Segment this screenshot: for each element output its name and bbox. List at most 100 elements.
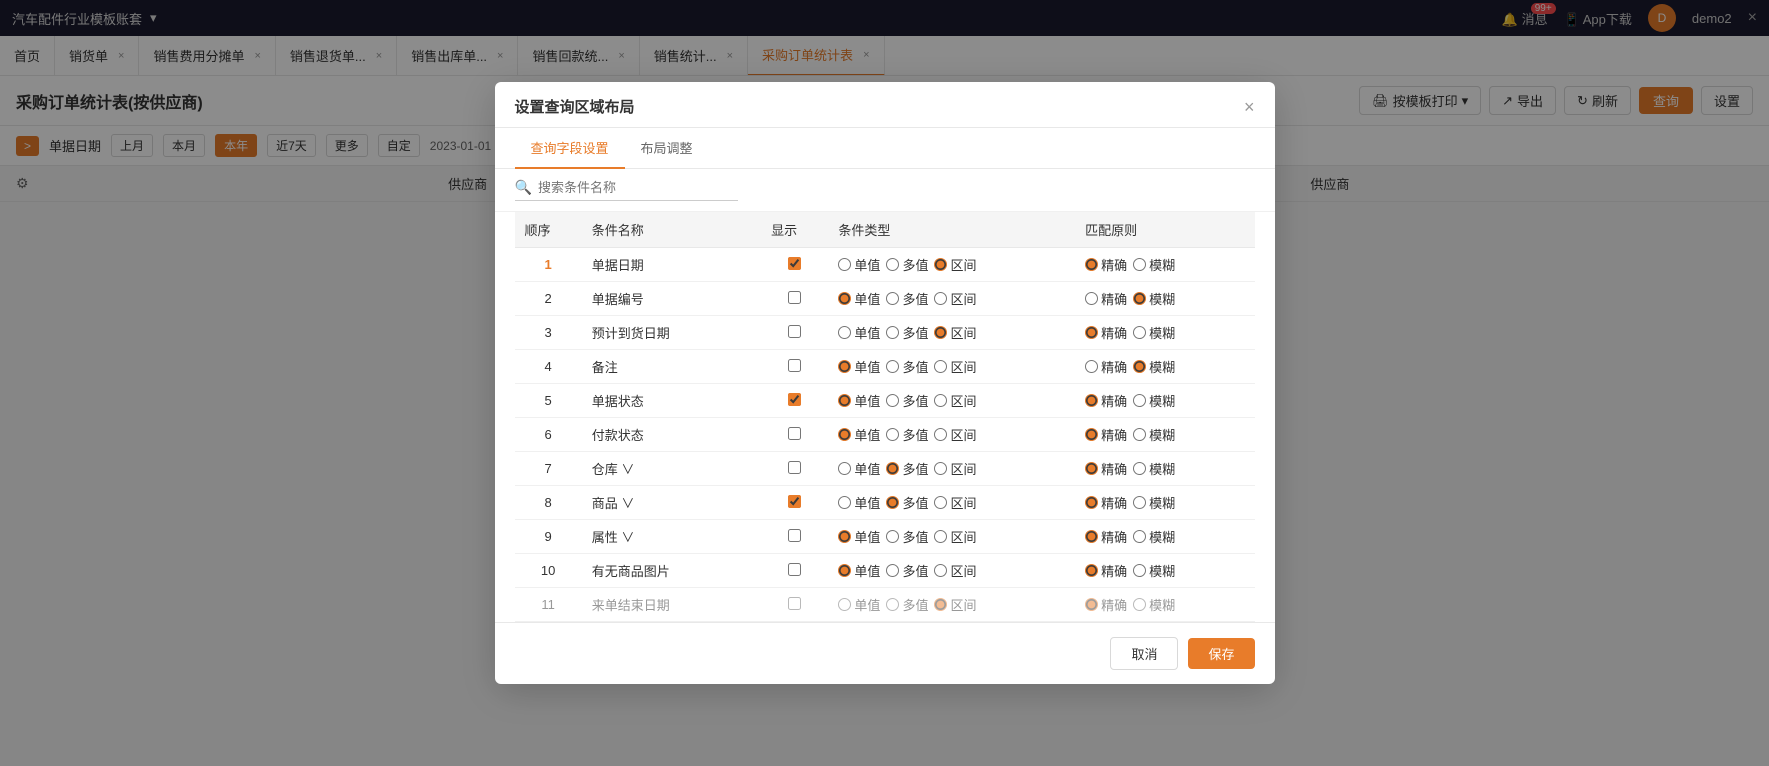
match-radio-item[interactable]: 精确 <box>1085 323 1127 342</box>
match-radio-item[interactable]: 精确 <box>1085 527 1127 546</box>
match-radio-item[interactable]: 模糊 <box>1133 527 1175 546</box>
match-radio-item[interactable]: 精确 <box>1085 425 1127 444</box>
match-radio[interactable] <box>1133 394 1146 407</box>
type-radio-item[interactable]: 多值 <box>886 425 928 444</box>
type-radio[interactable] <box>886 326 899 339</box>
type-radio[interactable] <box>886 394 899 407</box>
type-radio-item[interactable]: 区间 <box>934 459 976 478</box>
match-radio[interactable] <box>1085 326 1098 339</box>
row-display-checkbox[interactable] <box>788 359 801 372</box>
match-radio-item[interactable]: 精确 <box>1085 255 1127 274</box>
row-display-checkbox[interactable] <box>788 393 801 406</box>
type-radio[interactable] <box>838 326 851 339</box>
type-radio-item[interactable]: 多值 <box>886 391 928 410</box>
match-radio-item[interactable]: 模糊 <box>1133 561 1175 580</box>
type-radio[interactable] <box>934 496 947 509</box>
row-display-checkbox[interactable] <box>788 597 801 610</box>
row-display-checkbox[interactable] <box>788 495 801 508</box>
match-radio-item[interactable]: 精确 <box>1085 289 1127 308</box>
type-radio[interactable] <box>838 598 851 611</box>
type-radio-item[interactable]: 多值 <box>886 595 928 614</box>
type-radio-item[interactable]: 区间 <box>934 595 976 614</box>
type-radio[interactable] <box>886 292 899 305</box>
match-radio-item[interactable]: 精确 <box>1085 561 1127 580</box>
type-radio[interactable] <box>838 496 851 509</box>
match-radio-item[interactable]: 模糊 <box>1133 459 1175 478</box>
type-radio-item[interactable]: 多值 <box>886 323 928 342</box>
modal-tab-layout[interactable]: 布局调整 <box>625 128 709 169</box>
row-display-checkbox[interactable] <box>788 291 801 304</box>
match-radio[interactable] <box>1133 360 1146 373</box>
type-radio-item[interactable]: 单值 <box>838 595 880 614</box>
type-radio-item[interactable]: 多值 <box>886 493 928 512</box>
type-radio-item[interactable]: 单值 <box>838 425 880 444</box>
row-display-checkbox[interactable] <box>788 325 801 338</box>
type-radio[interactable] <box>886 496 899 509</box>
save-btn[interactable]: 保存 <box>1188 638 1254 669</box>
row-display-checkbox[interactable] <box>788 461 801 474</box>
match-radio-item[interactable]: 模糊 <box>1133 289 1175 308</box>
match-radio[interactable] <box>1133 292 1146 305</box>
modal-tab-query-fields[interactable]: 查询字段设置 <box>515 128 625 169</box>
match-radio[interactable] <box>1085 564 1098 577</box>
type-radio-item[interactable]: 单值 <box>838 561 880 580</box>
match-radio[interactable] <box>1085 496 1098 509</box>
match-radio-item[interactable]: 精确 <box>1085 459 1127 478</box>
match-radio-item[interactable]: 模糊 <box>1133 391 1175 410</box>
type-radio-item[interactable]: 区间 <box>934 255 976 274</box>
match-radio-item[interactable]: 模糊 <box>1133 255 1175 274</box>
match-radio-item[interactable]: 模糊 <box>1133 493 1175 512</box>
type-radio[interactable] <box>934 598 947 611</box>
type-radio-item[interactable]: 区间 <box>934 561 976 580</box>
type-radio[interactable] <box>934 360 947 373</box>
type-radio[interactable] <box>838 428 851 441</box>
type-radio[interactable] <box>886 360 899 373</box>
match-radio[interactable] <box>1085 258 1098 271</box>
match-radio[interactable] <box>1085 428 1098 441</box>
match-radio[interactable] <box>1133 428 1146 441</box>
type-radio-item[interactable]: 多值 <box>886 459 928 478</box>
match-radio-item[interactable]: 模糊 <box>1133 357 1175 376</box>
type-radio[interactable] <box>934 292 947 305</box>
type-radio[interactable] <box>934 326 947 339</box>
match-radio-item[interactable]: 精确 <box>1085 493 1127 512</box>
match-radio[interactable] <box>1085 292 1098 305</box>
type-radio-item[interactable]: 单值 <box>838 357 880 376</box>
type-radio[interactable] <box>838 564 851 577</box>
type-radio[interactable] <box>886 598 899 611</box>
match-radio-item[interactable]: 模糊 <box>1133 425 1175 444</box>
type-radio-item[interactable]: 区间 <box>934 493 976 512</box>
type-radio-item[interactable]: 多值 <box>886 289 928 308</box>
type-radio-item[interactable]: 区间 <box>934 425 976 444</box>
match-radio-item[interactable]: 精确 <box>1085 391 1127 410</box>
type-radio[interactable] <box>886 258 899 271</box>
match-radio-item[interactable]: 模糊 <box>1133 595 1175 614</box>
type-radio-item[interactable]: 单值 <box>838 289 880 308</box>
type-radio-item[interactable]: 多值 <box>886 255 928 274</box>
match-radio[interactable] <box>1133 598 1146 611</box>
type-radio[interactable] <box>886 530 899 543</box>
match-radio[interactable] <box>1085 530 1098 543</box>
type-radio[interactable] <box>886 428 899 441</box>
match-radio[interactable] <box>1133 258 1146 271</box>
type-radio[interactable] <box>934 530 947 543</box>
type-radio-item[interactable]: 单值 <box>838 527 880 546</box>
type-radio[interactable] <box>838 394 851 407</box>
type-radio[interactable] <box>934 394 947 407</box>
row-display-checkbox[interactable] <box>788 563 801 576</box>
type-radio[interactable] <box>838 462 851 475</box>
type-radio-item[interactable]: 单值 <box>838 323 880 342</box>
search-input[interactable] <box>538 180 738 195</box>
match-radio[interactable] <box>1085 598 1098 611</box>
match-radio[interactable] <box>1133 530 1146 543</box>
row-display-checkbox[interactable] <box>788 257 801 270</box>
match-radio-item[interactable]: 精确 <box>1085 595 1127 614</box>
type-radio-item[interactable]: 区间 <box>934 289 976 308</box>
match-radio[interactable] <box>1133 462 1146 475</box>
type-radio[interactable] <box>838 360 851 373</box>
type-radio[interactable] <box>934 462 947 475</box>
type-radio-item[interactable]: 单值 <box>838 493 880 512</box>
modal-close-btn[interactable]: × <box>1244 98 1255 116</box>
match-radio[interactable] <box>1133 496 1146 509</box>
type-radio-item[interactable]: 多值 <box>886 561 928 580</box>
